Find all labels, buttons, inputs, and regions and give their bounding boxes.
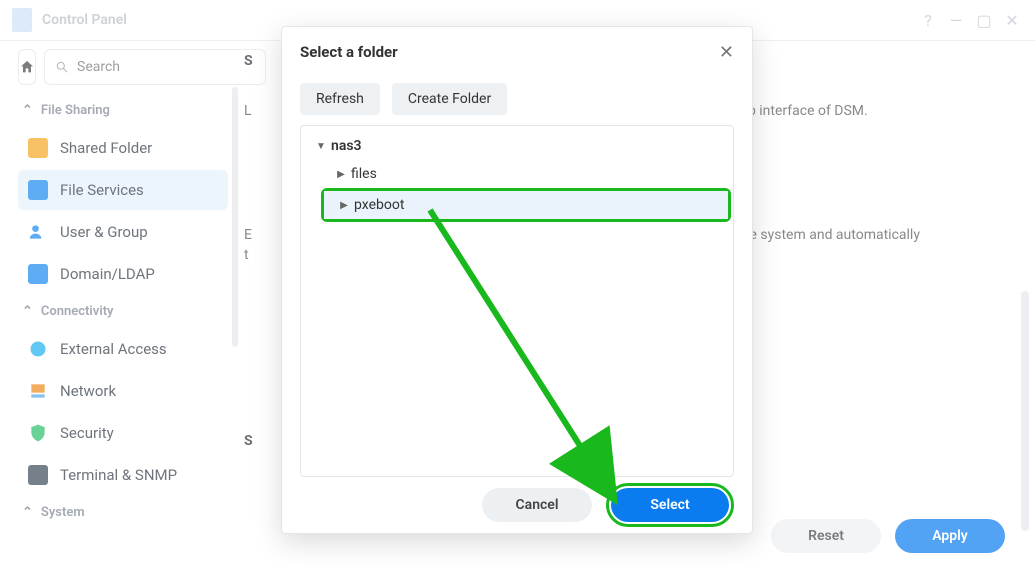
tree-node-label: files bbox=[351, 166, 377, 182]
annotation-highlight-pxeboot: ▶ pxeboot bbox=[321, 188, 731, 222]
expand-down-icon: ▼ bbox=[315, 141, 327, 152]
tree-node-root[interactable]: ▼ nas3 bbox=[301, 132, 733, 160]
folder-tree: ▼ nas3 ▶ files ▶ pxeboot bbox=[300, 125, 734, 477]
create-folder-button[interactable]: Create Folder bbox=[392, 83, 507, 115]
tree-node-files[interactable]: ▶ files bbox=[301, 160, 733, 188]
dialog-title: Select a folder bbox=[300, 43, 398, 61]
annotation-highlight-select: Select bbox=[606, 483, 734, 527]
tree-node-pxeboot[interactable]: ▶ pxeboot bbox=[324, 191, 728, 219]
cancel-button[interactable]: Cancel bbox=[482, 488, 592, 522]
select-button[interactable]: Select bbox=[611, 488, 729, 522]
refresh-button[interactable]: Refresh bbox=[300, 83, 380, 115]
expand-right-icon: ▶ bbox=[335, 169, 347, 180]
expand-right-icon: ▶ bbox=[338, 200, 350, 211]
tree-node-label: nas3 bbox=[331, 138, 362, 154]
close-dialog-icon[interactable]: ✕ bbox=[719, 42, 734, 63]
select-folder-dialog: Select a folder ✕ Refresh Create Folder … bbox=[281, 26, 753, 534]
tree-node-label: pxeboot bbox=[354, 197, 404, 213]
